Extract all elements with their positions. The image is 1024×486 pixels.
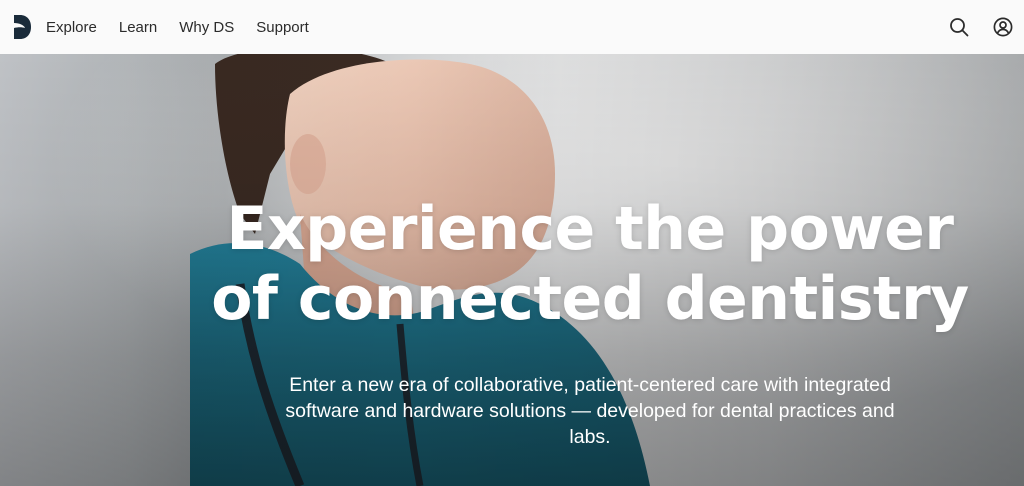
primary-nav: Explore Learn Why DS Support xyxy=(46,19,331,36)
search-icon[interactable] xyxy=(948,16,970,38)
hero-subtitle: Enter a new era of collaborative, patien… xyxy=(285,374,895,448)
nav-utilities xyxy=(926,16,1014,38)
hero-banner: Experience the power of connected dentis… xyxy=(0,54,1024,486)
nav-link-why-ds[interactable]: Why DS xyxy=(179,19,234,36)
account-icon[interactable] xyxy=(992,16,1014,38)
nav-link-explore[interactable]: Explore xyxy=(46,19,97,36)
hero-title: Experience the power of connected dentis… xyxy=(211,194,969,334)
nav-link-support[interactable]: Support xyxy=(256,19,309,36)
ds-logo-icon[interactable] xyxy=(12,14,32,40)
nav-link-learn[interactable]: Learn xyxy=(119,19,157,36)
top-navigation-bar: Explore Learn Why DS Support xyxy=(0,0,1024,54)
